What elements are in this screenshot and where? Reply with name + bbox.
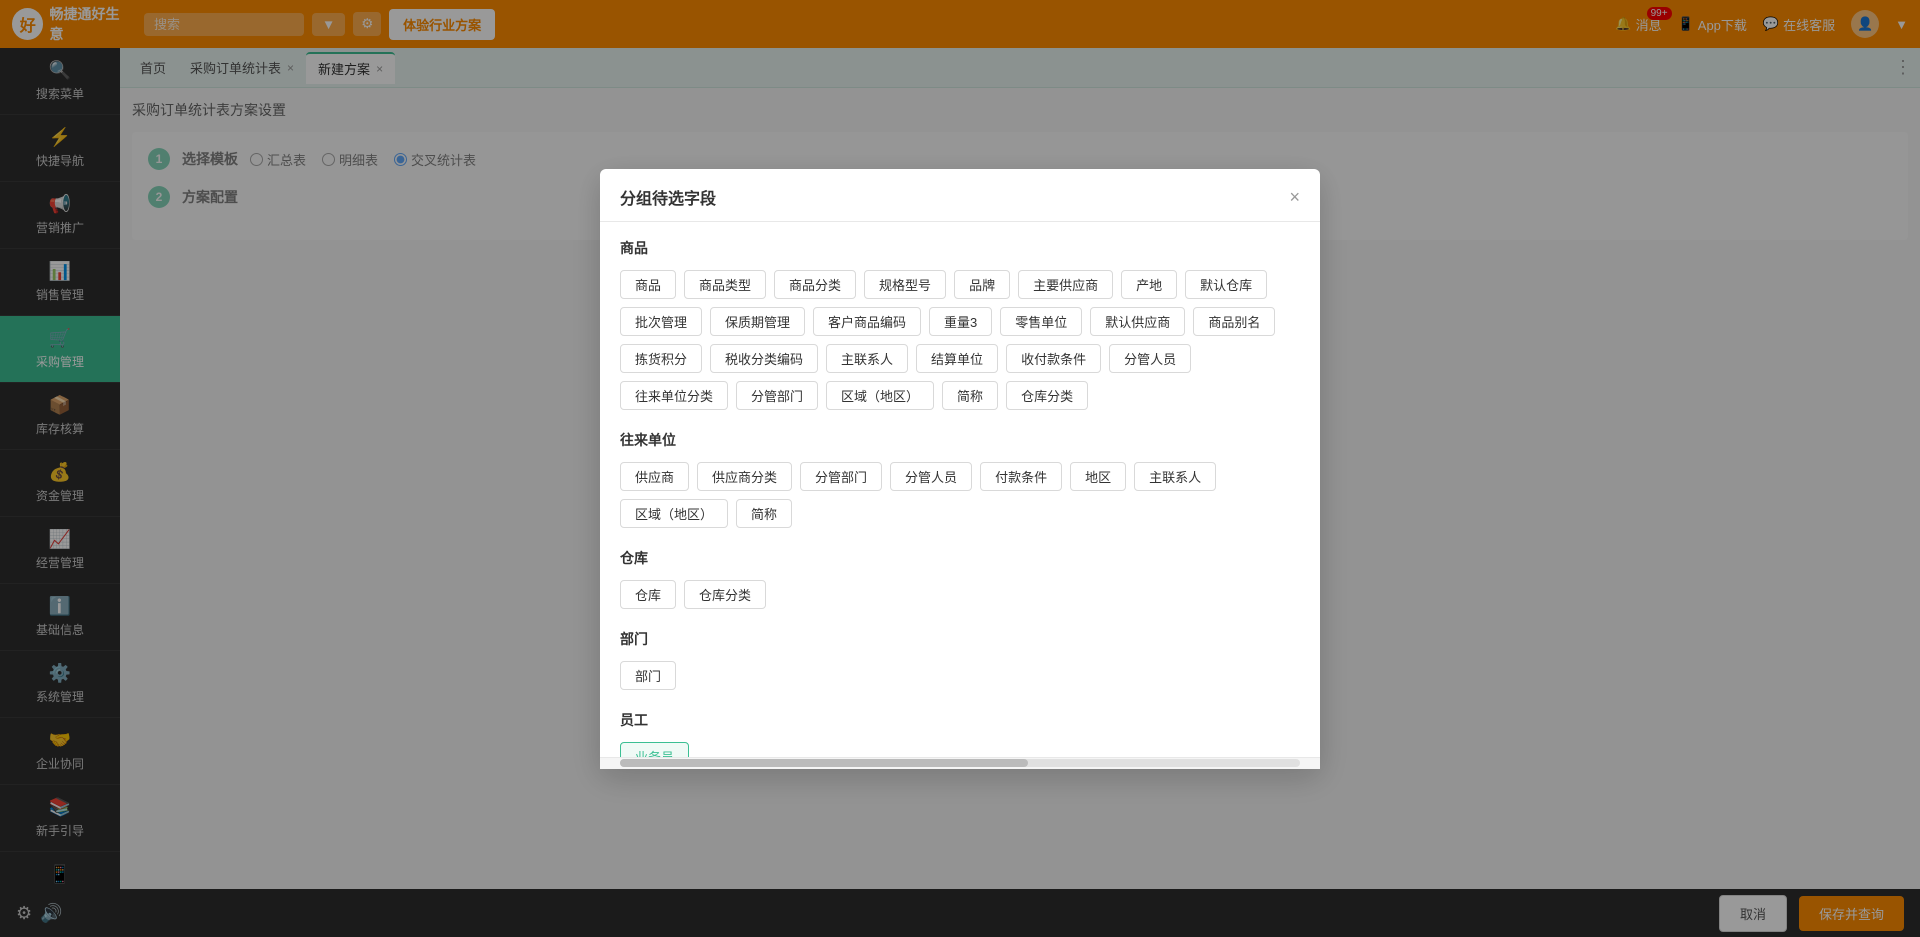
field-tag-供应商[interactable]: 供应商 bbox=[620, 462, 689, 491]
field-tag-仓库分类[interactable]: 仓库分类 bbox=[1006, 381, 1088, 410]
field-tag-简称[interactable]: 简称 bbox=[736, 499, 792, 528]
scroll-thumb bbox=[620, 759, 1028, 767]
field-tag-保质期管理[interactable]: 保质期管理 bbox=[710, 307, 805, 336]
section-title-warehouse: 仓库 bbox=[620, 548, 1300, 568]
field-tag-商品别名[interactable]: 商品别名 bbox=[1193, 307, 1275, 336]
field-tag-商品类型[interactable]: 商品类型 bbox=[684, 270, 766, 299]
tags-container-department: 部门 bbox=[620, 661, 1300, 690]
field-tag-主要供应商[interactable]: 主要供应商 bbox=[1018, 270, 1113, 299]
field-tag-默认仓库[interactable]: 默认仓库 bbox=[1185, 270, 1267, 299]
tags-container-goods: 商品商品类型商品分类规格型号品牌主要供应商产地默认仓库批次管理保质期管理客户商品… bbox=[620, 270, 1300, 410]
field-tag-结算单位[interactable]: 结算单位 bbox=[916, 344, 998, 373]
modal-title: 分组待选字段 bbox=[620, 185, 716, 209]
tags-container-employee: 业务员 bbox=[620, 742, 1300, 757]
field-tag-收付款条件[interactable]: 收付款条件 bbox=[1006, 344, 1101, 373]
field-tag-产地[interactable]: 产地 bbox=[1121, 270, 1177, 299]
tags-container-partner: 供应商供应商分类分管部门分管人员付款条件地区主联系人区域（地区） 简称 bbox=[620, 462, 1300, 528]
field-tag-付款条件[interactable]: 付款条件 bbox=[980, 462, 1062, 491]
field-tag-分管人员[interactable]: 分管人员 bbox=[890, 462, 972, 491]
field-tag-规格型号[interactable]: 规格型号 bbox=[864, 270, 946, 299]
modal-close-button[interactable]: × bbox=[1289, 188, 1300, 206]
field-tag-商品分类[interactable]: 商品分类 bbox=[774, 270, 856, 299]
field-tag-简称[interactable]: 简称 bbox=[942, 381, 998, 410]
field-tag-零售单位[interactable]: 零售单位 bbox=[1000, 307, 1082, 336]
field-tag-客户商品编码[interactable]: 客户商品编码 bbox=[813, 307, 921, 336]
field-tag-默认供应商[interactable]: 默认供应商 bbox=[1090, 307, 1185, 336]
field-tag-品牌[interactable]: 品牌 bbox=[954, 270, 1010, 299]
field-tag-主联系人[interactable]: 主联系人 bbox=[1134, 462, 1216, 491]
field-tag-拣货积分[interactable]: 拣货积分 bbox=[620, 344, 702, 373]
field-tag-部门[interactable]: 部门 bbox=[620, 661, 676, 690]
section-title-partner: 往来单位 bbox=[620, 430, 1300, 450]
section-title-goods: 商品 bbox=[620, 238, 1300, 258]
field-tag-分管部门[interactable]: 分管部门 bbox=[800, 462, 882, 491]
field-tag-地区[interactable]: 地区 bbox=[1070, 462, 1126, 491]
field-tag-供应商分类[interactable]: 供应商分类 bbox=[697, 462, 792, 491]
field-tag-分管部门[interactable]: 分管部门 bbox=[736, 381, 818, 410]
field-tag-往来单位分类[interactable]: 往来单位分类 bbox=[620, 381, 728, 410]
modal: 分组待选字段 × 商品商品商品类型商品分类规格型号品牌主要供应商产地默认仓库批次… bbox=[600, 169, 1320, 769]
modal-header: 分组待选字段 × bbox=[600, 169, 1320, 222]
section-title-employee: 员工 bbox=[620, 710, 1300, 730]
field-tag-重量3[interactable]: 重量3 bbox=[929, 307, 992, 336]
field-tag-分管人员[interactable]: 分管人员 bbox=[1109, 344, 1191, 373]
field-tag-主联系人[interactable]: 主联系人 bbox=[826, 344, 908, 373]
field-tag-仓库分类[interactable]: 仓库分类 bbox=[684, 580, 766, 609]
modal-overlay[interactable]: 分组待选字段 × 商品商品商品类型商品分类规格型号品牌主要供应商产地默认仓库批次… bbox=[0, 0, 1920, 937]
tags-container-warehouse: 仓库仓库分类 bbox=[620, 580, 1300, 609]
modal-body[interactable]: 商品商品商品类型商品分类规格型号品牌主要供应商产地默认仓库批次管理保质期管理客户… bbox=[600, 222, 1320, 757]
field-tag-业务员[interactable]: 业务员 bbox=[620, 742, 689, 757]
field-tag-区域（地区）[interactable]: 区域（地区） bbox=[620, 499, 728, 528]
field-tag-仓库[interactable]: 仓库 bbox=[620, 580, 676, 609]
scroll-track bbox=[620, 759, 1300, 767]
field-tag-税收分类编码[interactable]: 税收分类编码 bbox=[710, 344, 818, 373]
field-tag-商品[interactable]: 商品 bbox=[620, 270, 676, 299]
field-tag-区域（地区）[interactable]: 区域（地区） bbox=[826, 381, 934, 410]
modal-scroll-bottom bbox=[600, 757, 1320, 769]
field-tag-批次管理[interactable]: 批次管理 bbox=[620, 307, 702, 336]
section-title-department: 部门 bbox=[620, 629, 1300, 649]
